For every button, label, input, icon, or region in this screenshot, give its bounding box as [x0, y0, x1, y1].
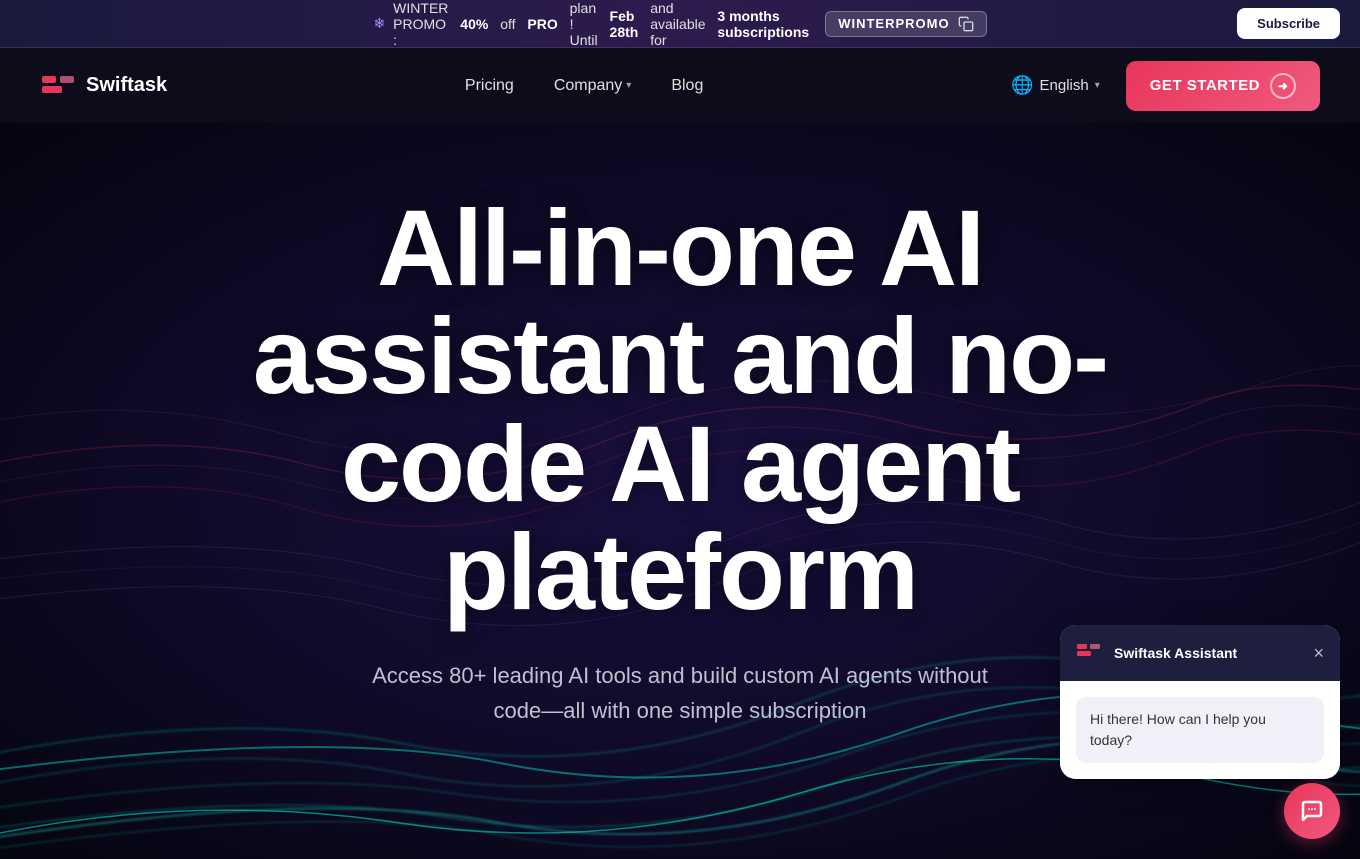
chat-widget: Swiftask Assistant × Hi there! How can I…	[1060, 625, 1340, 779]
nav-links: Pricing Company ▾ Blog	[449, 69, 719, 103]
announcement-bar: ❄ WINTER PROMO : 40% off PRO plan ! Unti…	[0, 0, 1360, 48]
hero-content: All-in-one AI assistant and no- code AI …	[213, 194, 1147, 728]
announcement-and: and available for	[650, 0, 705, 48]
chat-header-left: Swiftask Assistant	[1076, 639, 1237, 667]
nav-pricing[interactable]: Pricing	[449, 69, 530, 103]
hero-subtitle: Access 80+ leading AI tools and build cu…	[370, 658, 990, 728]
get-started-button[interactable]: GET STARTED ➜	[1126, 61, 1320, 111]
promo-code-text: WINTERPROMO	[838, 16, 949, 31]
subscribe-button[interactable]: Subscribe	[1237, 8, 1340, 39]
language-label: English	[1040, 77, 1089, 94]
language-selector[interactable]: 🌐 English ▾	[1001, 69, 1110, 102]
chat-header: Swiftask Assistant ×	[1060, 625, 1340, 681]
chat-close-button[interactable]: ×	[1313, 644, 1324, 662]
announcement-text: ❄ WINTER PROMO : 40% off PRO plan ! Unti…	[373, 0, 986, 48]
get-started-label: GET STARTED	[1150, 77, 1260, 94]
announcement-plan: plan ! Until	[570, 0, 598, 48]
hero-title-line4: plateform	[253, 518, 1107, 626]
copy-icon[interactable]	[958, 16, 974, 32]
hero-title-line2: assistant and no-	[253, 302, 1107, 410]
chat-title: Swiftask Assistant	[1114, 645, 1237, 661]
hero-title-line3: code AI agent	[253, 410, 1107, 518]
logo-text: Swiftask	[86, 74, 167, 97]
nav-blog[interactable]: Blog	[655, 69, 719, 103]
chat-fab-icon	[1300, 799, 1324, 823]
get-started-arrow-icon: ➜	[1270, 73, 1296, 99]
hero-title: All-in-one AI assistant and no- code AI …	[253, 194, 1107, 626]
navbar: Swiftask Pricing Company ▾ Blog 🌐 Englis…	[0, 48, 1360, 123]
announcement-pro: PRO	[527, 16, 557, 32]
logo-icon	[40, 68, 76, 104]
globe-icon: 🌐	[1011, 75, 1033, 96]
announcement-prefix: WINTER PROMO :	[393, 0, 448, 48]
company-chevron-icon: ▾	[626, 80, 631, 91]
chat-body: Hi there! How can I help you today?	[1060, 681, 1340, 779]
chat-logo-icon	[1076, 639, 1104, 667]
language-chevron-icon: ▾	[1095, 80, 1100, 91]
chat-message: Hi there! How can I help you today?	[1076, 697, 1324, 763]
announcement-months: 3 months subscriptions	[717, 8, 809, 40]
nav-right: 🌐 English ▾ GET STARTED ➜	[1001, 61, 1320, 111]
announcement-percent: 40%	[460, 16, 488, 32]
snowflake-icon: ❄	[373, 15, 385, 32]
logo[interactable]: Swiftask	[40, 68, 167, 104]
hero-title-line1: All-in-one AI	[253, 194, 1107, 302]
nav-company[interactable]: Company ▾	[538, 69, 648, 103]
announcement-date: Feb 28th	[610, 8, 639, 40]
promo-code-box[interactable]: WINTERPROMO	[825, 11, 986, 37]
announcement-off: off	[500, 16, 515, 32]
chat-fab-button[interactable]	[1284, 783, 1340, 839]
